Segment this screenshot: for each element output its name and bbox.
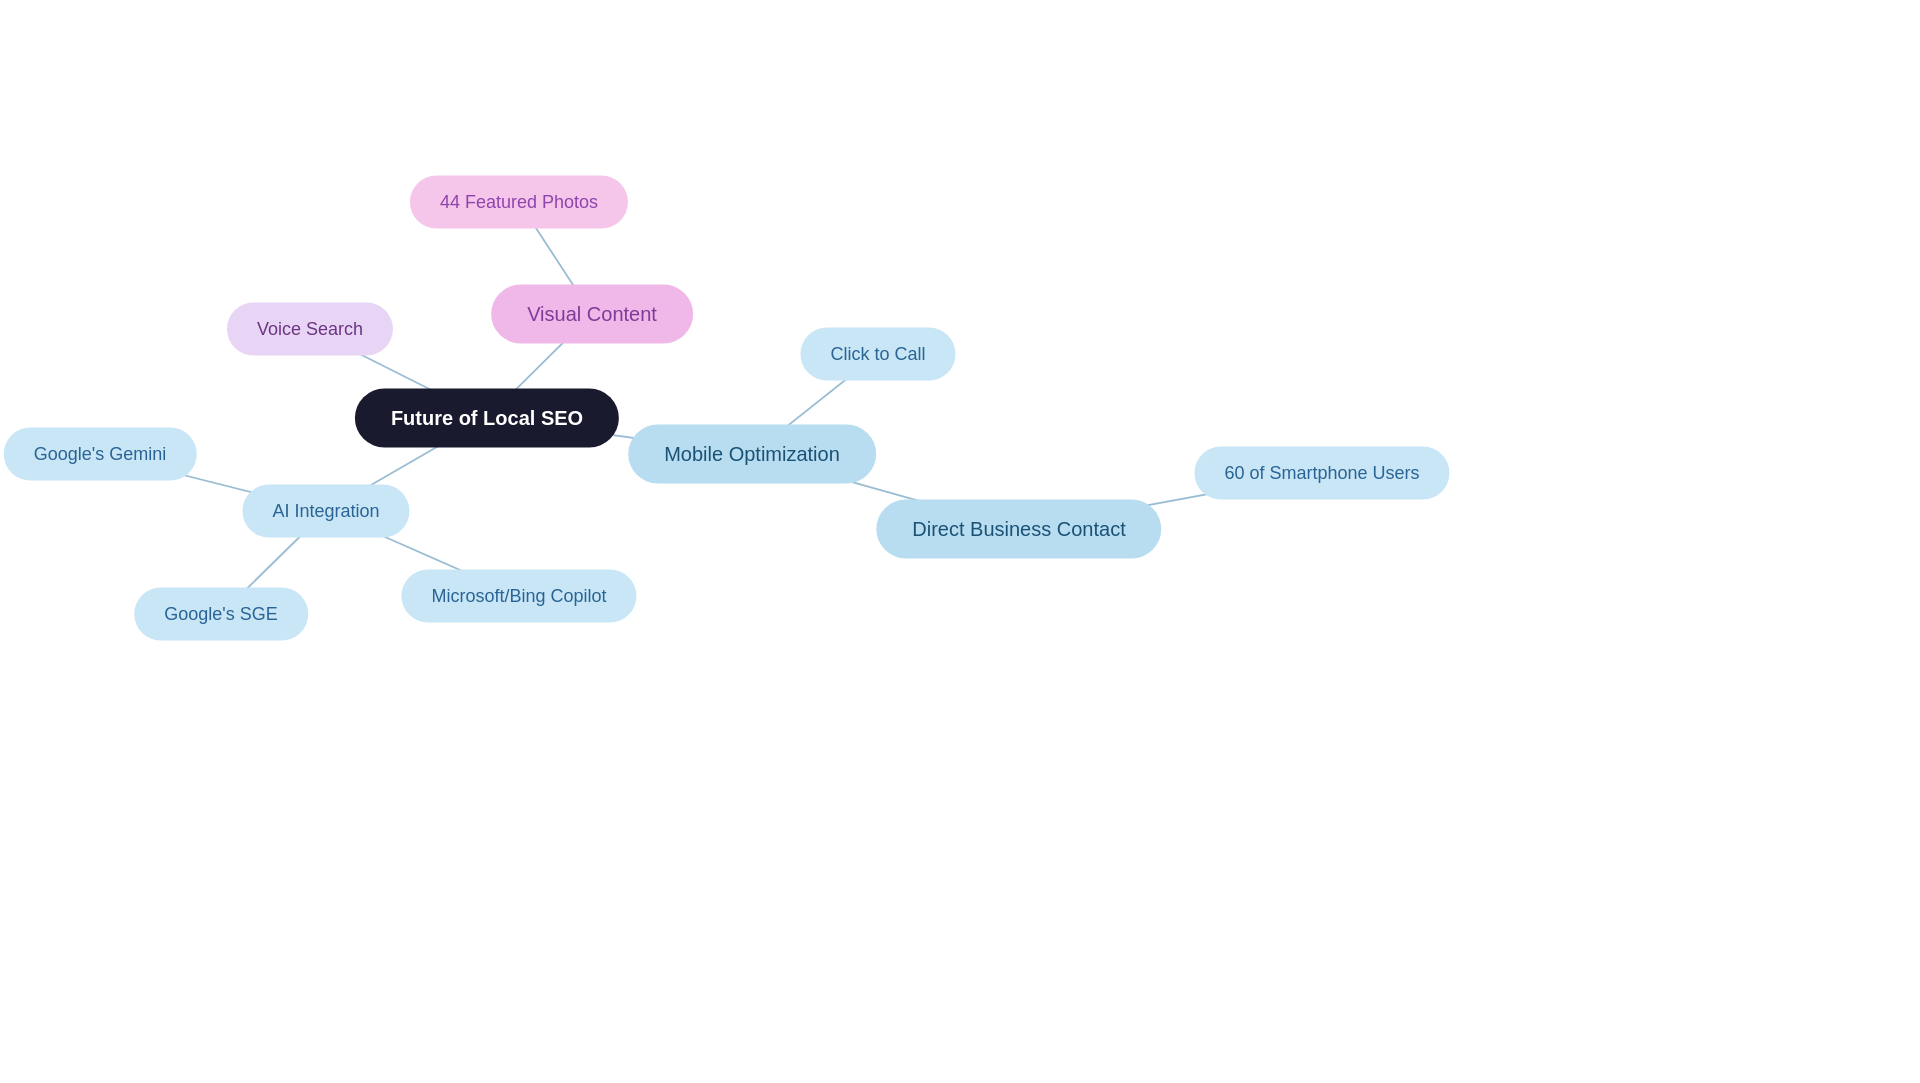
ai-integration-label: AI Integration [272, 501, 379, 522]
googles-sge-node[interactable]: Google's SGE [134, 588, 308, 641]
smartphone-users-label: 60 of Smartphone Users [1224, 463, 1419, 484]
ai-integration-node[interactable]: AI Integration [242, 485, 409, 538]
center-label: Future of Local SEO [391, 407, 583, 430]
googles-gemini-label: Google's Gemini [34, 444, 167, 465]
smartphone-users-node[interactable]: 60 of Smartphone Users [1194, 447, 1449, 500]
featured-photos-node[interactable]: 44 Featured Photos [410, 176, 628, 229]
featured-photos-label: 44 Featured Photos [440, 192, 598, 213]
microsoft-bing-label: Microsoft/Bing Copilot [431, 586, 606, 607]
voice-search-node[interactable]: Voice Search [227, 303, 393, 356]
center-node[interactable]: Future of Local SEO [355, 389, 619, 448]
click-to-call-label: Click to Call [830, 344, 925, 365]
direct-business-contact-node[interactable]: Direct Business Contact [876, 500, 1161, 559]
mobile-optimization-node[interactable]: Mobile Optimization [628, 425, 876, 484]
voice-search-label: Voice Search [257, 319, 363, 340]
googles-sge-label: Google's SGE [164, 604, 278, 625]
visual-content-node[interactable]: Visual Content [491, 285, 693, 344]
googles-gemini-node[interactable]: Google's Gemini [4, 428, 197, 481]
click-to-call-node[interactable]: Click to Call [800, 328, 955, 381]
mobile-optimization-label: Mobile Optimization [664, 443, 840, 466]
microsoft-bing-node[interactable]: Microsoft/Bing Copilot [401, 570, 636, 623]
direct-business-contact-label: Direct Business Contact [912, 518, 1125, 541]
visual-content-label: Visual Content [527, 303, 657, 326]
